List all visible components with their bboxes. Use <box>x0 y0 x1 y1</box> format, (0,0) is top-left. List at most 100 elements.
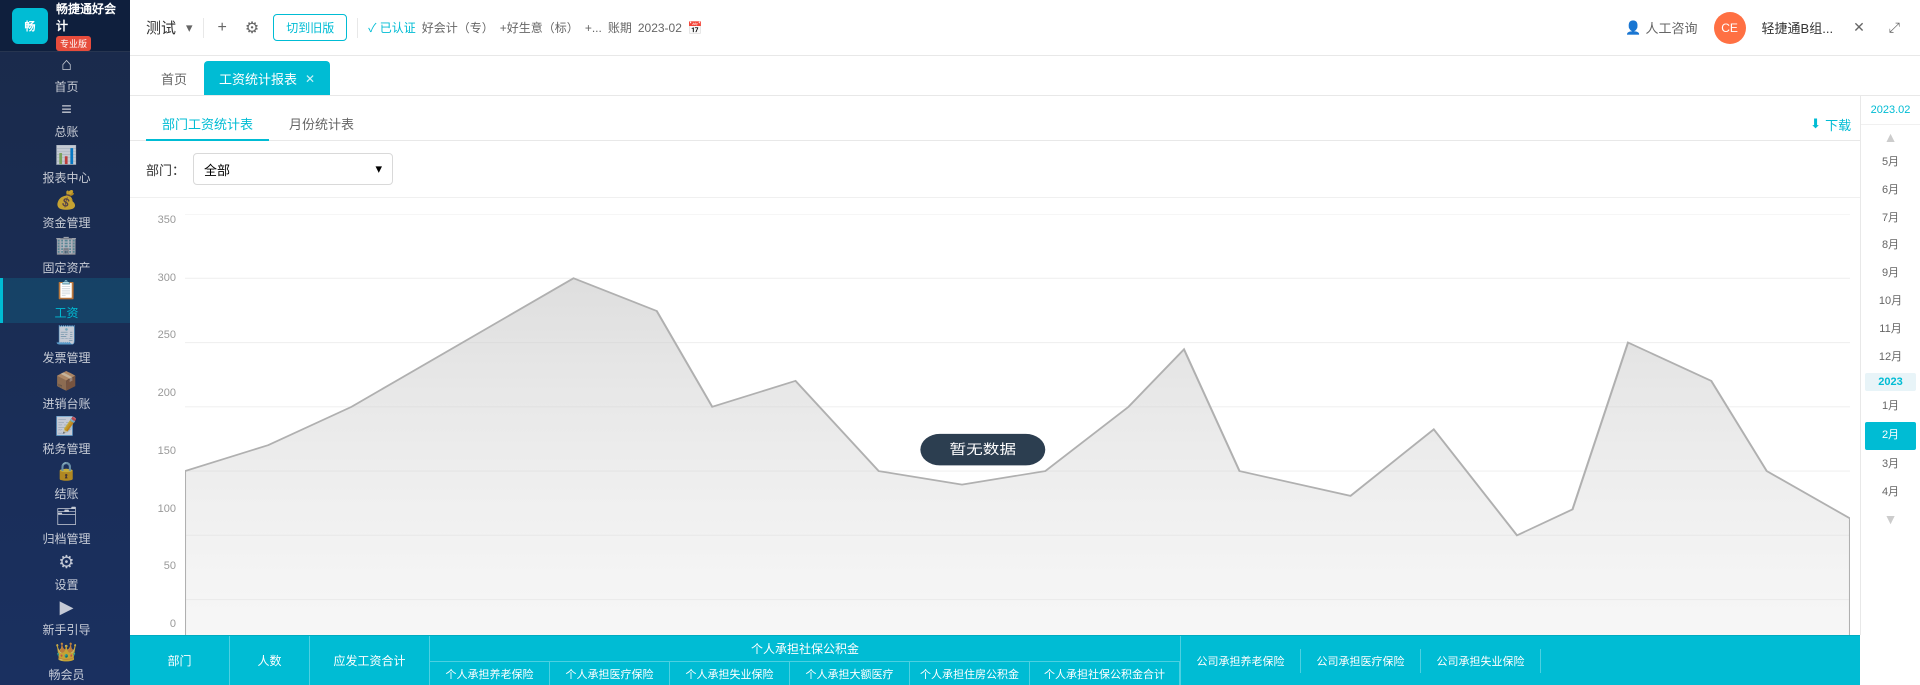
tax-icon: 📝 <box>55 416 77 437</box>
maximize-window-button[interactable]: ⤢ <box>1885 15 1904 40</box>
subtab-bar: 部门工资统计表 月份统计表 ⬇ 下载 ↻ 刷新 <box>130 96 1920 141</box>
ledger-icon: ≡ <box>61 99 72 120</box>
sidebar-item-tax[interactable]: 📝 税务管理 <box>0 414 130 459</box>
closing-icon: 🔒 <box>55 461 77 482</box>
y-label-250: 250 <box>146 329 176 341</box>
th-headcount: 人数 <box>230 636 310 685</box>
topbar-status: ✓ 已认证 好会计（专） +好生意（标） +... 账期 2023-02 📅 <box>368 19 703 36</box>
sidebar-item-fund-management[interactable]: 💰 资金管理 <box>0 188 130 233</box>
home-icon: ⌂ <box>61 54 72 75</box>
th-gross-salary: 应发工资合计 <box>310 636 430 685</box>
topbar-user-area: 👤 人工咨询 CE 轻捷通B组... ✕ ⤢ <box>1625 12 1904 44</box>
right-panel-month-11[interactable]: 11月 <box>1861 316 1920 344</box>
right-panel-month-1-2023[interactable]: 1月 <box>1861 393 1920 421</box>
sidebar-item-invoice[interactable]: 🧾 发票管理 <box>0 323 130 368</box>
report-icon: 📊 <box>55 145 77 166</box>
main-content: 部门工资统计表 月份统计表 ⬇ 下载 ↻ 刷新 部门： 全 <box>130 96 1920 685</box>
topbar-divider-1 <box>203 18 204 38</box>
th-company-item-0: 公司承担养老保险 <box>1181 649 1301 673</box>
th-personal-item-4: 个人承担住房公积金 <box>910 662 1030 685</box>
sidebar-item-fixed-assets[interactable]: 🏢 固定资产 <box>0 233 130 278</box>
gear-button[interactable]: ⚙ <box>241 14 263 42</box>
select-arrow-icon: ▾ <box>375 161 382 177</box>
y-label-100: 100 <box>146 503 176 515</box>
sidebar-item-home[interactable]: ⌂ 首页 <box>0 52 130 97</box>
sidebar-item-guide[interactable]: ▶ 新手引导 <box>0 595 130 640</box>
sidebar-item-salary[interactable]: 📋 工资 <box>0 278 130 323</box>
right-panel-month-5[interactable]: 5月 <box>1861 149 1920 177</box>
right-panel-month-9[interactable]: 9月 <box>1861 260 1920 288</box>
svg-text:暂无数据: 暂无数据 <box>950 443 1017 458</box>
sidebar-item-archive[interactable]: 🗂 归档管理 <box>0 504 130 549</box>
th-personal-item-5: 个人承担社保公积金合计 <box>1030 662 1180 685</box>
help-button[interactable]: 👤 人工咨询 <box>1625 18 1697 37</box>
th-personal-items: 个人承担养老保险 个人承担医疗保险 个人承担失业保险 个人承担大额医疗 个人承担… <box>430 662 1180 685</box>
th-dept: 部门 <box>130 636 230 685</box>
subtab-dept-salary[interactable]: 部门工资统计表 <box>146 108 269 141</box>
tab-salary-report[interactable]: 工资统计报表 ✕ <box>204 61 330 95</box>
th-company-item-1: 公司承担医疗保险 <box>1301 649 1421 673</box>
th-personal-item-0: 个人承担养老保险 <box>430 662 550 685</box>
sidebar-item-general-ledger[interactable]: ≡ 总账 <box>0 97 130 142</box>
close-window-button[interactable]: ✕ <box>1849 15 1869 40</box>
right-panel: 2023.02 ▲ 5月 6月 7月 8月 9月 10月 11月 12月 202… <box>1860 96 1920 635</box>
right-panel-month-12[interactable]: 12月 <box>1861 344 1920 372</box>
right-panel-current-date[interactable]: 2023.02 <box>1861 96 1920 125</box>
chart-svg-container: 暂无数据 <box>185 214 1850 665</box>
y-label-200: 200 <box>146 387 176 399</box>
th-personal-item-1: 个人承担医疗保险 <box>550 662 670 685</box>
avatar: CE <box>1714 12 1746 44</box>
right-panel-month-8[interactable]: 8月 <box>1861 232 1920 260</box>
vip-icon: 👑 <box>55 642 77 663</box>
company-title: 测试 <box>146 17 176 38</box>
table-header: 部门 人数 应发工资合计 个人承担社保公积金 个人承担养老保险 个人承担医疗保险… <box>130 635 1860 685</box>
download-button[interactable]: ⬇ 下载 <box>1810 115 1851 134</box>
subtab-monthly-salary[interactable]: 月份统计表 <box>273 108 370 141</box>
tab-close-button[interactable]: ✕ <box>305 72 315 86</box>
th-personal-item-3: 个人承担大额医疗 <box>790 662 910 685</box>
right-panel-up-button[interactable]: ▲ <box>1861 125 1920 149</box>
right-panel-month-2-2023[interactable]: 2月 <box>1865 422 1916 450</box>
username-label[interactable]: 轻捷通B组... <box>1762 18 1834 37</box>
subtab-left: 部门工资统计表 月份统计表 <box>146 108 370 140</box>
right-panel-month-3-2023[interactable]: 3月 <box>1861 451 1920 479</box>
th-personal-group: 个人承担社保公积金 个人承担养老保险 个人承担医疗保险 个人承担失业保险 个人承… <box>430 636 1181 685</box>
tab-home[interactable]: 首页 <box>146 61 202 95</box>
y-label-300: 300 <box>146 272 176 284</box>
filter-bar: 部门： 全部 ▾ <box>130 141 1920 198</box>
help-icon: 👤 <box>1625 20 1641 36</box>
settings-icon: ⚙ <box>58 552 74 573</box>
sidebar-item-report-center[interactable]: 📊 报表中心 <box>0 142 130 187</box>
th-company-item-2: 公司承担失业保险 <box>1421 649 1541 673</box>
guide-icon: ▶ <box>60 597 74 618</box>
right-panel-month-7[interactable]: 7月 <box>1861 205 1920 233</box>
sidebar-item-settings[interactable]: ⚙ 设置 <box>0 549 130 594</box>
sidebar-item-closing[interactable]: 🔒 结账 <box>0 459 130 504</box>
th-personal-group-title: 个人承担社保公积金 <box>430 636 1180 662</box>
right-panel-down-button[interactable]: ▼ <box>1861 507 1920 531</box>
archive-icon: 🗂 <box>55 506 78 527</box>
sidebar-item-sales-ledger[interactable]: 📦 进销台账 <box>0 369 130 414</box>
company-dropdown[interactable]: ▾ <box>186 20 193 36</box>
y-label-150: 150 <box>146 445 176 457</box>
right-panel-month-4-2023[interactable]: 4月 <box>1861 479 1920 507</box>
salary-icon: 📋 <box>55 280 77 301</box>
switch-old-version-button[interactable]: 切到旧版 <box>273 14 347 41</box>
topbar: 测试 ▾ + ⚙ 切到旧版 ✓ 已认证 好会计（专） +好生意（标） +... … <box>130 0 1920 56</box>
dept-select[interactable]: 全部 ▾ <box>193 153 393 185</box>
y-label-50: 50 <box>146 560 176 572</box>
sales-icon: 📦 <box>55 371 77 392</box>
y-label-350: 350 <box>146 214 176 226</box>
sidebar-item-vip[interactable]: 👑 畅会员 <box>0 640 130 685</box>
calendar-icon[interactable]: 📅 <box>688 21 703 35</box>
area-chart: 暂无数据 <box>185 214 1850 665</box>
right-panel-month-10[interactable]: 10月 <box>1861 288 1920 316</box>
download-icon: ⬇ <box>1810 116 1821 132</box>
add-button[interactable]: + <box>214 15 231 41</box>
topbar-divider-2 <box>357 18 358 38</box>
right-panel-month-6[interactable]: 6月 <box>1861 177 1920 205</box>
y-label-0: 0 <box>146 618 176 630</box>
assets-icon: 🏢 <box>55 235 77 256</box>
sidebar-logo: 畅 畅捷通好会计 专业版 <box>0 0 130 52</box>
right-panel-year-2023: 2023 <box>1865 373 1916 391</box>
